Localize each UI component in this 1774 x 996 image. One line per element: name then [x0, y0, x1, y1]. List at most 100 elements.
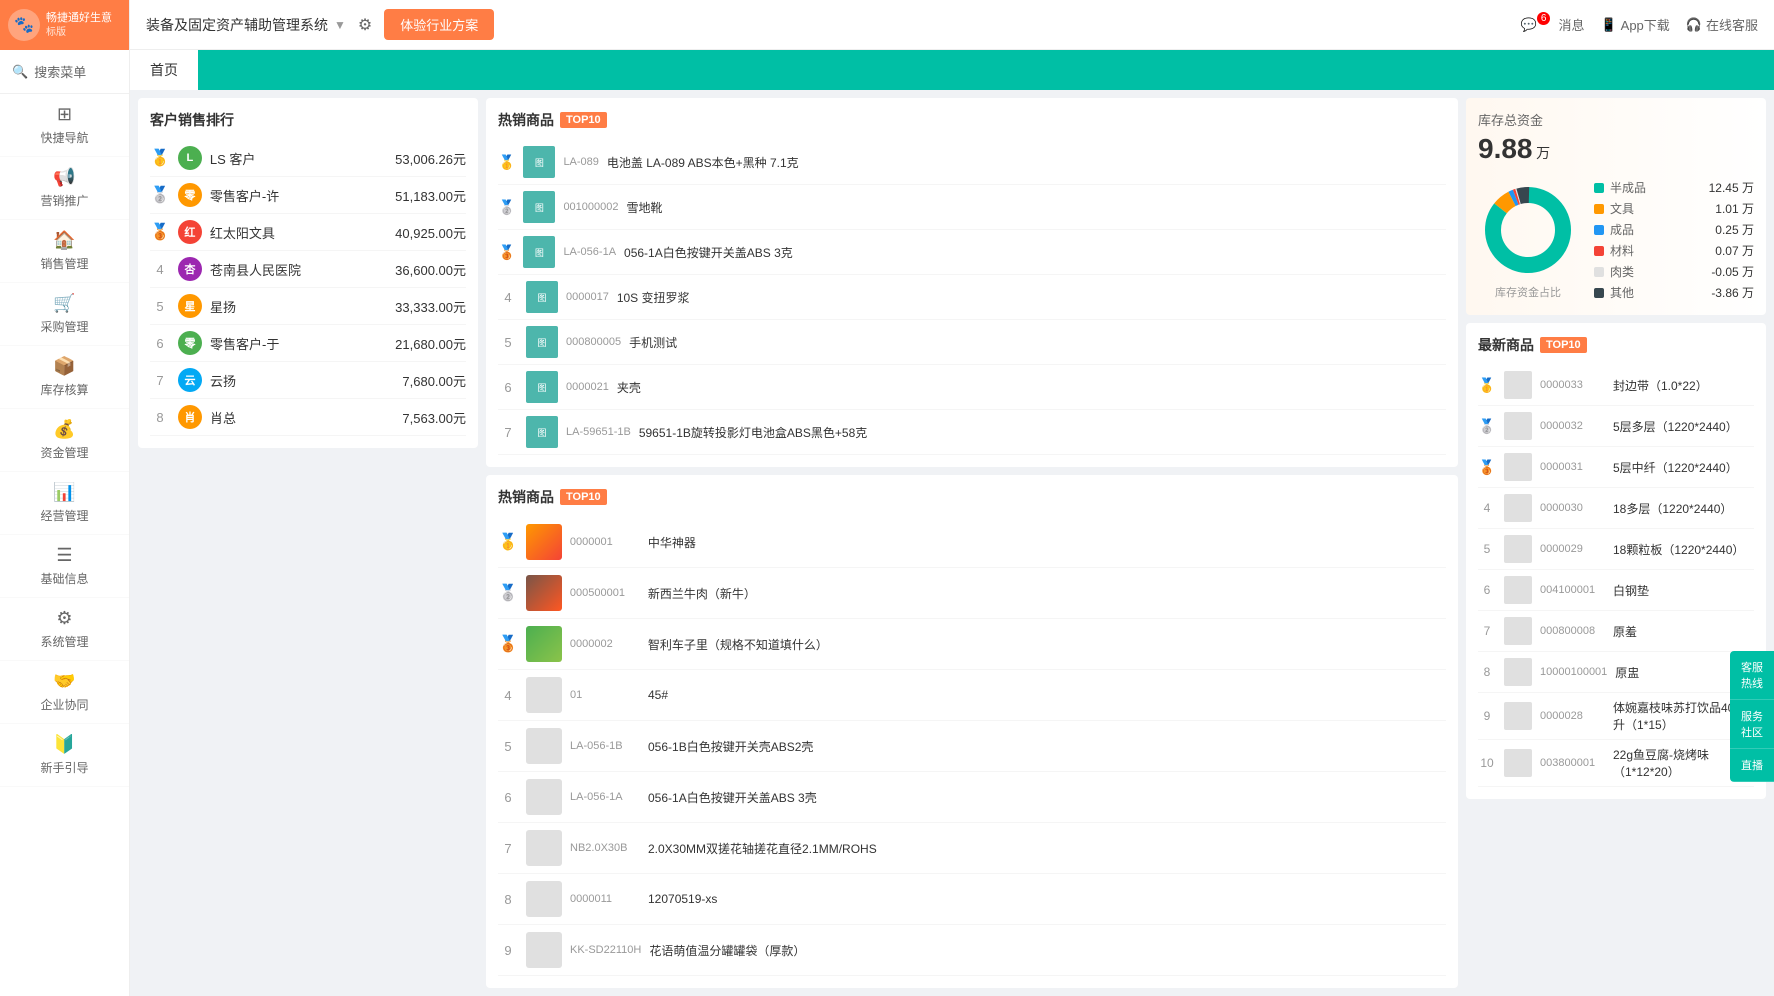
cs-live[interactable]: 直播: [1730, 749, 1774, 782]
hot-product-code: 01: [570, 689, 640, 701]
customer-ranking-title: 客户销售排行: [150, 110, 466, 130]
main-container: 装备及固定资产辅助管理系统 ▼ ⚙ 体验行业方案 💬 6 消息 📱 App下载 …: [130, 0, 1774, 996]
sidebar-item-guide[interactable]: 🔰新手引导: [0, 724, 129, 787]
sidebar-item-quick-nav[interactable]: ⊞快捷导航: [0, 94, 129, 157]
app-download-button[interactable]: 📱 App下载: [1600, 15, 1669, 34]
sidebar-item-label: 快捷导航: [40, 129, 88, 146]
product-thumbnail: 图: [526, 371, 558, 403]
product-name: 59651-1B旋转投影灯电池盒ABS黑色+58克: [639, 424, 867, 441]
new-product-name: 原羞: [1613, 623, 1754, 640]
new-product-row: 4 0000030 18多层（1220*2440）: [1478, 488, 1754, 529]
donut-chart: [1478, 180, 1578, 280]
legend-label: 其他: [1610, 284, 1705, 301]
settings-button[interactable]: ⚙: [358, 15, 372, 35]
sidebar-item-label: 采购管理: [40, 318, 88, 335]
medal-icon: 🥇: [498, 532, 518, 552]
product-code: LA-59651-1B: [566, 426, 631, 438]
sidebar-item-inventory[interactable]: 📦库存核算: [0, 346, 129, 409]
hot-product-row: 🥇 0000001 中华神器: [498, 517, 1446, 568]
customer-ranking-card: 客户销售排行 🥇 L LS 客户 53,006.26元 🥈 零 零售客户-许 5…: [138, 98, 478, 448]
online-service-button[interactable]: 🎧 在线客服: [1686, 15, 1758, 34]
rank-number: 7: [1478, 624, 1496, 638]
product-name: 雪地靴: [627, 199, 663, 216]
customer-ranking-row: 4 杏 苍南县人民医院 36,600.00元: [150, 251, 466, 288]
medal-icon: 🥉: [150, 222, 170, 242]
new-product-code: 0000033: [1540, 379, 1605, 391]
customer-name: 云扬: [210, 371, 394, 390]
legend-item: 成品 0.25 万: [1594, 219, 1754, 240]
medal-icon: 🥈: [498, 199, 515, 216]
top-selling-row: 🥇 图 LA-089 电池盖 LA-089 ABS本色+黑种 7.1克: [498, 140, 1446, 185]
customer-name: 零售客户-许: [210, 186, 387, 205]
legend-item: 半成品 12.45 万: [1594, 177, 1754, 198]
hot-product-thumb: [526, 728, 562, 764]
search-menu-button[interactable]: 🔍 搜索菜单: [8, 58, 121, 85]
medal-icon: 🥉: [498, 244, 515, 261]
new-product-code: 10000100001: [1540, 666, 1607, 678]
enterprise-icon: 🤝: [53, 671, 75, 692]
product-thumbnail: 图: [526, 281, 558, 313]
rank-number: 7: [498, 841, 518, 856]
rank-number: 4: [1478, 501, 1496, 515]
sidebar-item-sales[interactable]: 🏠销售管理: [0, 220, 129, 283]
hot-product-thumb: [526, 524, 562, 560]
customer-avatar: 星: [178, 294, 202, 318]
new-product-thumb: [1504, 494, 1532, 522]
finance-icon: 💰: [53, 419, 75, 440]
rank-number: 5: [1478, 542, 1496, 556]
medal-icon: 🥈: [1478, 418, 1496, 435]
top-selling-row: 4 图 0000017 10S 变扭罗浆: [498, 275, 1446, 320]
medal-icon: 🥇: [498, 154, 515, 171]
customer-amount: 7,680.00元: [402, 371, 466, 390]
marketing-icon: 📢: [53, 167, 75, 188]
customer-ranking-row: 🥈 零 零售客户-许 51,183.00元: [150, 177, 466, 214]
legend-color-dot: [1594, 204, 1604, 214]
messages-button[interactable]: 💬 6 消息: [1521, 15, 1585, 34]
product-thumbnail: 图: [523, 146, 555, 178]
header-right: 💬 6 消息 📱 App下载 🎧 在线客服: [1521, 15, 1758, 34]
sidebar-item-finance[interactable]: 💰资金管理: [0, 409, 129, 472]
sidebar-item-operations[interactable]: 📊经营管理: [0, 472, 129, 535]
center-panels: 热销商品 TOP10 🥇 图 LA-089 电池盖 LA-089 ABS本色+黑…: [486, 98, 1458, 988]
inventory-value-row: 9.88 万: [1478, 133, 1754, 165]
customer-ranking-row: 🥇 L LS 客户 53,006.26元: [150, 140, 466, 177]
trial-button[interactable]: 体验行业方案: [384, 9, 494, 40]
product-info: 000800005 手机测试: [566, 334, 1446, 351]
rank-number: 5: [498, 335, 518, 350]
rank-number: 7: [498, 425, 518, 440]
sidebar-item-basic[interactable]: ☰基础信息: [0, 535, 129, 598]
hot-product-code: KK-SD22110H: [570, 944, 641, 956]
cs-hotline[interactable]: 客服热线: [1730, 651, 1774, 700]
dropdown-arrow-icon: ▼: [334, 18, 346, 32]
headset-icon: 🎧: [1686, 17, 1702, 33]
product-code: LA-056-1A: [563, 246, 616, 258]
product-info: 0000021 夹壳: [566, 379, 1446, 396]
product-code: 0000021: [566, 381, 609, 393]
new-product-thumb: [1504, 576, 1532, 604]
rank-number: 5: [498, 739, 518, 754]
new-product-code: 003800001: [1540, 757, 1605, 769]
new-product-thumb: [1504, 535, 1532, 563]
sidebar-item-system[interactable]: ⚙系统管理: [0, 598, 129, 661]
customer-name: 肖总: [210, 408, 394, 427]
new-product-name: 18颗粒板（1220*2440）: [1613, 541, 1754, 558]
new-products-title: 最新商品 TOP10: [1478, 335, 1754, 355]
search-area[interactable]: 🔍 搜索菜单: [0, 50, 129, 94]
legend-color-dot: [1594, 183, 1604, 193]
new-products-list: 🥇 0000033 封边带（1.0*22） 🥈 0000032 5层多层（122…: [1478, 365, 1754, 787]
sidebar-item-enterprise[interactable]: 🤝企业协同: [0, 661, 129, 724]
hot-product-row: 4 01 45#: [498, 670, 1446, 721]
sidebar-item-label: 营销推广: [40, 192, 88, 209]
sidebar-item-marketing[interactable]: 📢 营销推广: [0, 157, 129, 220]
customer-avatar: 杏: [178, 257, 202, 281]
customer-avatar: 零: [178, 183, 202, 207]
cs-community[interactable]: 服务社区: [1730, 700, 1774, 749]
sidebar-item-purchase[interactable]: 🛒采购管理: [0, 283, 129, 346]
tab-home[interactable]: 首页: [130, 50, 198, 90]
legend-color-dot: [1594, 225, 1604, 235]
product-thumbnail: 图: [526, 416, 558, 448]
legend-label: 材料: [1610, 242, 1709, 259]
hot-product-row: 6 LA-056-1A 056-1A白色按键开关盖ABS 3壳: [498, 772, 1446, 823]
sidebar-item-label: 库存核算: [40, 381, 88, 398]
sidebar-logo: 🐾 畅捷通好生意 标版: [0, 0, 129, 50]
